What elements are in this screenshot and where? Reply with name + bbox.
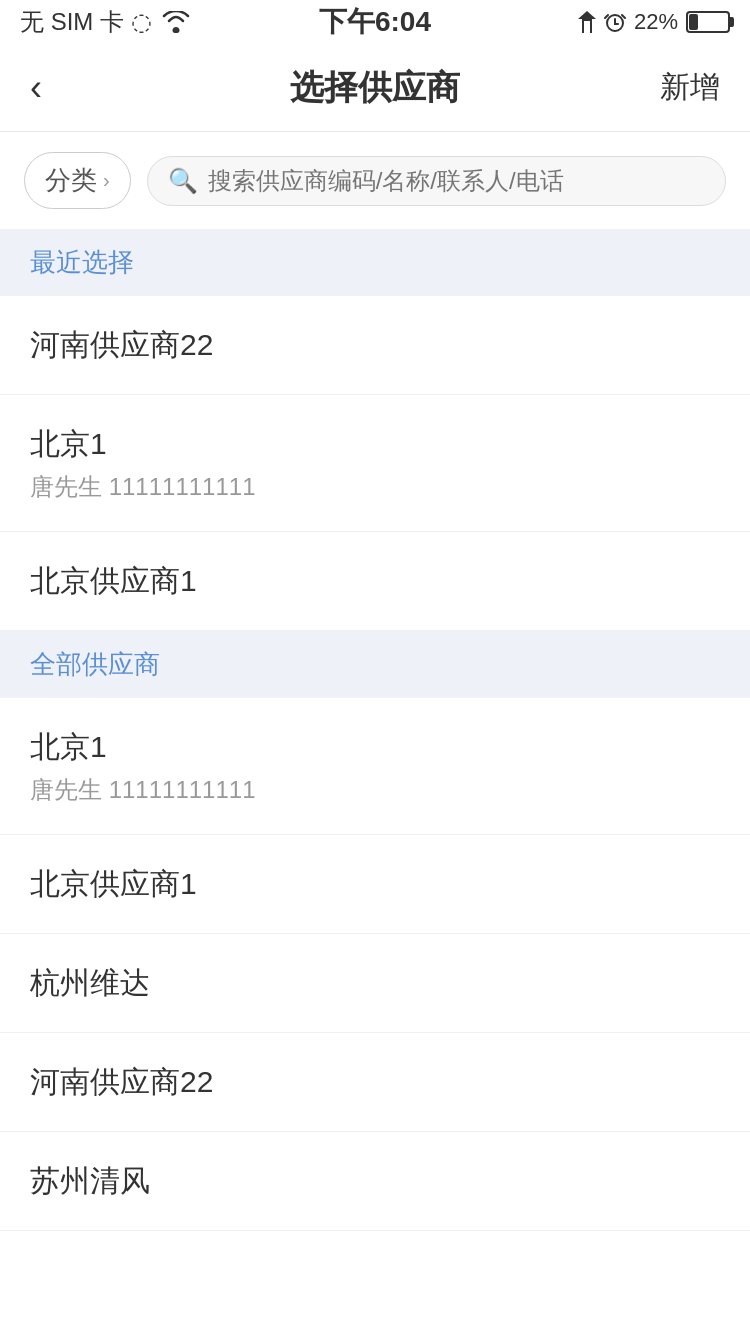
recent-items-list: 河南供应商22 北京1 唐先生 11111111111 北京供应商1 — [0, 296, 750, 631]
status-right: 22% — [578, 9, 730, 35]
item-sub: 唐先生 11111111111 — [30, 471, 720, 503]
all-list-item[interactable]: 北京1 唐先生 11111111111 — [0, 698, 750, 835]
status-left: 无 SIM 卡 ◌ — [20, 6, 190, 38]
item-name: 北京供应商1 — [30, 863, 720, 905]
item-name: 北京1 — [30, 726, 720, 768]
item-name: 河南供应商22 — [30, 1061, 720, 1103]
recent-list-item[interactable]: 北京供应商1 — [0, 532, 750, 631]
page-title: 选择供应商 — [290, 65, 460, 111]
add-button[interactable]: 新增 — [660, 67, 720, 108]
all-list-item[interactable]: 河南供应商22 — [0, 1033, 750, 1132]
category-chevron-icon: › — [103, 169, 110, 192]
all-list-item[interactable]: 杭州维达 — [0, 934, 750, 1033]
location-icon — [578, 11, 596, 33]
battery-icon — [686, 11, 730, 33]
search-box[interactable]: 🔍 — [147, 156, 726, 206]
item-name: 杭州维达 — [30, 962, 720, 1004]
recent-list-item[interactable]: 河南供应商22 — [0, 296, 750, 395]
item-name: 北京1 — [30, 423, 720, 465]
status-bar: 无 SIM 卡 ◌ 下午6:04 22% — [0, 0, 750, 44]
item-name: 苏州清风 — [30, 1160, 720, 1202]
wifi-icon — [162, 11, 190, 33]
filter-bar: 分类 › 🔍 — [0, 132, 750, 229]
search-icon: 🔍 — [168, 167, 198, 195]
category-label: 分类 — [45, 163, 97, 198]
item-name: 河南供应商22 — [30, 324, 720, 366]
alarm-icon — [604, 11, 626, 33]
nav-bar: ‹ 选择供应商 新增 — [0, 44, 750, 132]
category-filter-button[interactable]: 分类 › — [24, 152, 131, 209]
all-list-item[interactable]: 北京供应商1 — [0, 835, 750, 934]
battery-percent: 22% — [634, 9, 678, 35]
all-section-header: 全部供应商 — [0, 631, 750, 698]
item-sub: 唐先生 11111111111 — [30, 774, 720, 806]
item-name: 北京供应商1 — [30, 560, 720, 602]
status-time: 下午6:04 — [319, 3, 431, 41]
recent-list-item[interactable]: 北京1 唐先生 11111111111 — [0, 395, 750, 532]
all-items-list: 北京1 唐先生 11111111111 北京供应商1 杭州维达河南供应商22 苏州清风 — [0, 698, 750, 1231]
recent-section-header: 最近选择 — [0, 229, 750, 296]
search-input[interactable] — [208, 167, 705, 195]
all-list-item[interactable]: 苏州清风 — [0, 1132, 750, 1231]
no-sim-text: 无 SIM 卡 ◌ — [20, 6, 152, 38]
back-button[interactable]: ‹ — [30, 67, 90, 109]
